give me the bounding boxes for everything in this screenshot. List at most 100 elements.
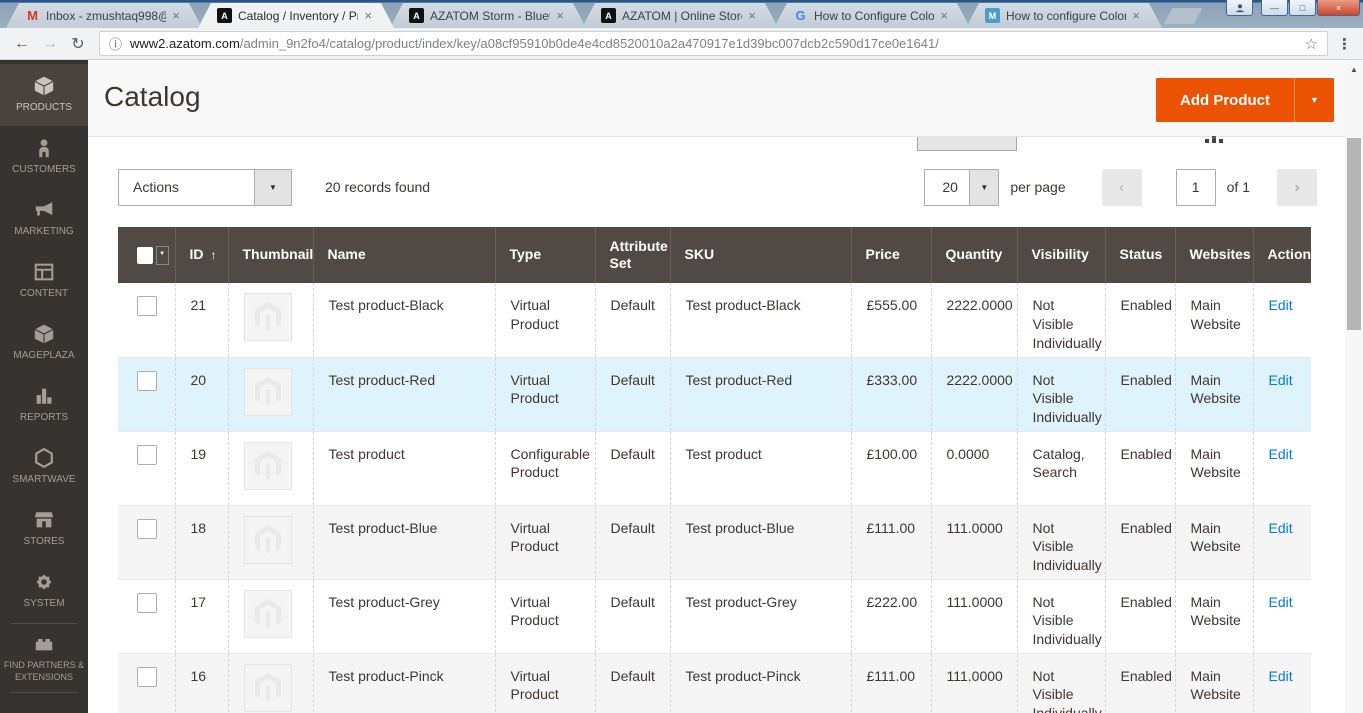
- browser-tab[interactable]: M Inbox - zmushtaq998@g ×: [6, 3, 202, 28]
- browser-tab[interactable]: A Catalog / Inventory / Pro ×: [198, 3, 394, 28]
- browser-tab[interactable]: A AZATOM | Online Store ×: [582, 3, 778, 28]
- column-header-action[interactable]: Action: [1252, 227, 1311, 283]
- scroll-up-icon[interactable]: ▲: [1345, 65, 1363, 74]
- clipped-columns-icon: [1205, 139, 1209, 143]
- browser-tab-strip: M Inbox - zmushtaq998@g × A Catalog / Invent…: [0, 0, 1363, 28]
- add-product-button[interactable]: Add Product ▼: [1156, 78, 1334, 122]
- cell-thumbnail: [227, 357, 313, 431]
- column-header-status[interactable]: Status: [1104, 227, 1175, 283]
- sidebar-item-products[interactable]: PRODUCTS: [0, 64, 88, 126]
- cell-attribute-set: Default: [594, 283, 670, 357]
- column-header-name[interactable]: Name: [312, 227, 495, 283]
- row-checkbox[interactable]: [137, 444, 157, 465]
- cell-checkbox: [118, 579, 175, 653]
- sidebar-item-marketing[interactable]: MARKETING: [0, 188, 88, 250]
- actions-dropdown[interactable]: Actions ▼: [118, 168, 292, 206]
- select-all-checkbox[interactable]: [137, 246, 153, 264]
- column-header-id[interactable]: ID ↑: [174, 227, 228, 283]
- close-icon[interactable]: ×: [1317, 0, 1360, 16]
- add-product-caret-icon[interactable]: ▼: [1294, 78, 1334, 122]
- sidebar-item-content[interactable]: CONTENT: [0, 250, 88, 312]
- column-header-type[interactable]: Type: [494, 227, 595, 283]
- minimize-icon[interactable]: —: [1261, 0, 1288, 16]
- tab-close-icon[interactable]: ×: [172, 9, 180, 22]
- browser-tab[interactable]: M How to configure Color S ×: [966, 3, 1162, 28]
- column-header-visibility[interactable]: Visibility: [1016, 227, 1105, 283]
- cell-name: Test product: [312, 431, 495, 505]
- browser-menu-icon[interactable]: ⋮: [1337, 35, 1352, 53]
- edit-link[interactable]: Edit: [1269, 297, 1293, 313]
- tab-close-icon[interactable]: ×: [748, 9, 756, 22]
- sidebar-item-smartwave[interactable]: SMARTWAVE: [0, 436, 88, 498]
- cell-status: Enabled: [1104, 505, 1175, 579]
- page-number-input[interactable]: 1: [1175, 168, 1216, 206]
- per-page-dropdown[interactable]: 20 ▼: [924, 168, 1000, 206]
- tab-close-icon[interactable]: ×: [940, 9, 948, 22]
- cell-websites: Main Website: [1174, 357, 1253, 431]
- sidebar-item-find-partners-extensions[interactable]: FIND PARTNERS & EXTENSIONS: [0, 625, 88, 691]
- stores-shop-icon: [33, 509, 55, 531]
- scrollbar-thumb[interactable]: [1347, 138, 1361, 330]
- edit-link[interactable]: Edit: [1269, 372, 1293, 388]
- mageplaza-box-icon: [33, 323, 55, 345]
- select-options-caret-icon[interactable]: ▼: [155, 245, 169, 265]
- browser-tab[interactable]: G How to Configure Color ×: [774, 3, 970, 28]
- tab-close-icon[interactable]: ×: [556, 9, 564, 22]
- cell-price: £222.00: [850, 579, 931, 653]
- column-header-sku[interactable]: SKU: [669, 227, 851, 283]
- column-header-quantity[interactable]: Quantity: [930, 227, 1017, 283]
- cell-thumbnail: [227, 431, 313, 505]
- sidebar-item-mageplaza[interactable]: MAGEPLAZA: [0, 312, 88, 374]
- clipped-toolbar-button[interactable]: [917, 137, 1017, 151]
- back-icon[interactable]: ←: [11, 35, 33, 53]
- tab-close-icon[interactable]: ×: [364, 9, 372, 22]
- edit-link[interactable]: Edit: [1269, 446, 1293, 462]
- page-info-icon[interactable]: ⓘ: [109, 34, 122, 53]
- table-row: 18 Test product-Blue Virtual Product Defaul…: [118, 505, 1311, 579]
- edit-link[interactable]: Edit: [1269, 594, 1293, 610]
- new-tab-button[interactable]: [1163, 8, 1203, 24]
- next-page-button[interactable]: ›: [1277, 168, 1317, 206]
- column-header-websites[interactable]: Websites: [1174, 227, 1253, 283]
- cell-action: Edit: [1252, 653, 1311, 713]
- cell-thumbnail: [227, 505, 313, 579]
- browser-tab[interactable]: A AZATOM Storm - Blueto ×: [390, 3, 586, 28]
- column-header-attribute-set[interactable]: Attribute Set: [594, 227, 670, 283]
- column-header-price[interactable]: Price: [850, 227, 931, 283]
- forward-icon[interactable]: →: [39, 35, 61, 53]
- tab-close-icon[interactable]: ×: [1132, 9, 1140, 22]
- maximize-icon[interactable]: □: [1289, 0, 1316, 16]
- window-controls: — □ ×: [1226, 0, 1360, 16]
- column-header-thumbnail[interactable]: Thumbnail: [227, 227, 313, 283]
- edit-link[interactable]: Edit: [1269, 668, 1293, 684]
- gmail-icon: M: [27, 8, 38, 23]
- grid-toolbar: Actions ▼ 20 records found 20 ▼ per page…: [118, 168, 1317, 206]
- sidebar-item-reports[interactable]: REPORTS: [0, 374, 88, 436]
- cell-status: Enabled: [1104, 357, 1175, 431]
- sort-ascending-icon: ↑: [210, 248, 217, 263]
- cell-type: Virtual Product: [494, 505, 595, 579]
- edit-link[interactable]: Edit: [1269, 520, 1293, 536]
- row-checkbox[interactable]: [137, 370, 157, 391]
- row-checkbox[interactable]: [137, 666, 157, 687]
- sidebar-item-stores[interactable]: STORES: [0, 498, 88, 560]
- cell-action: Edit: [1252, 283, 1311, 357]
- sidebar-item-clipped[interactable]: [0, 694, 88, 713]
- page-scrollbar[interactable]: ▲: [1345, 60, 1363, 713]
- profile-icon[interactable]: [1226, 0, 1253, 16]
- reload-icon[interactable]: ↻: [67, 34, 89, 54]
- row-checkbox[interactable]: [137, 518, 157, 539]
- cell-thumbnail: [227, 283, 313, 357]
- chevron-down-icon: ▼: [969, 169, 999, 205]
- row-checkbox[interactable]: [137, 296, 157, 316]
- previous-page-button[interactable]: ‹: [1101, 168, 1142, 206]
- select-all-header: ▼: [118, 227, 175, 283]
- sidebar-item-customers[interactable]: CUSTOMERS: [0, 126, 88, 188]
- cell-quantity: 111.0000: [930, 653, 1017, 713]
- sidebar-item-system[interactable]: SYSTEM: [0, 560, 88, 622]
- bookmark-star-icon[interactable]: ☆: [1305, 35, 1318, 53]
- row-checkbox[interactable]: [137, 592, 157, 613]
- url-input[interactable]: ⓘ www2.azatom.com/admin_9n2fo4/catalog/p…: [99, 31, 1328, 56]
- cell-name: Test product-Blue: [312, 505, 495, 579]
- table-row: 20 Test product-Red Virtual Product Default…: [118, 357, 1311, 431]
